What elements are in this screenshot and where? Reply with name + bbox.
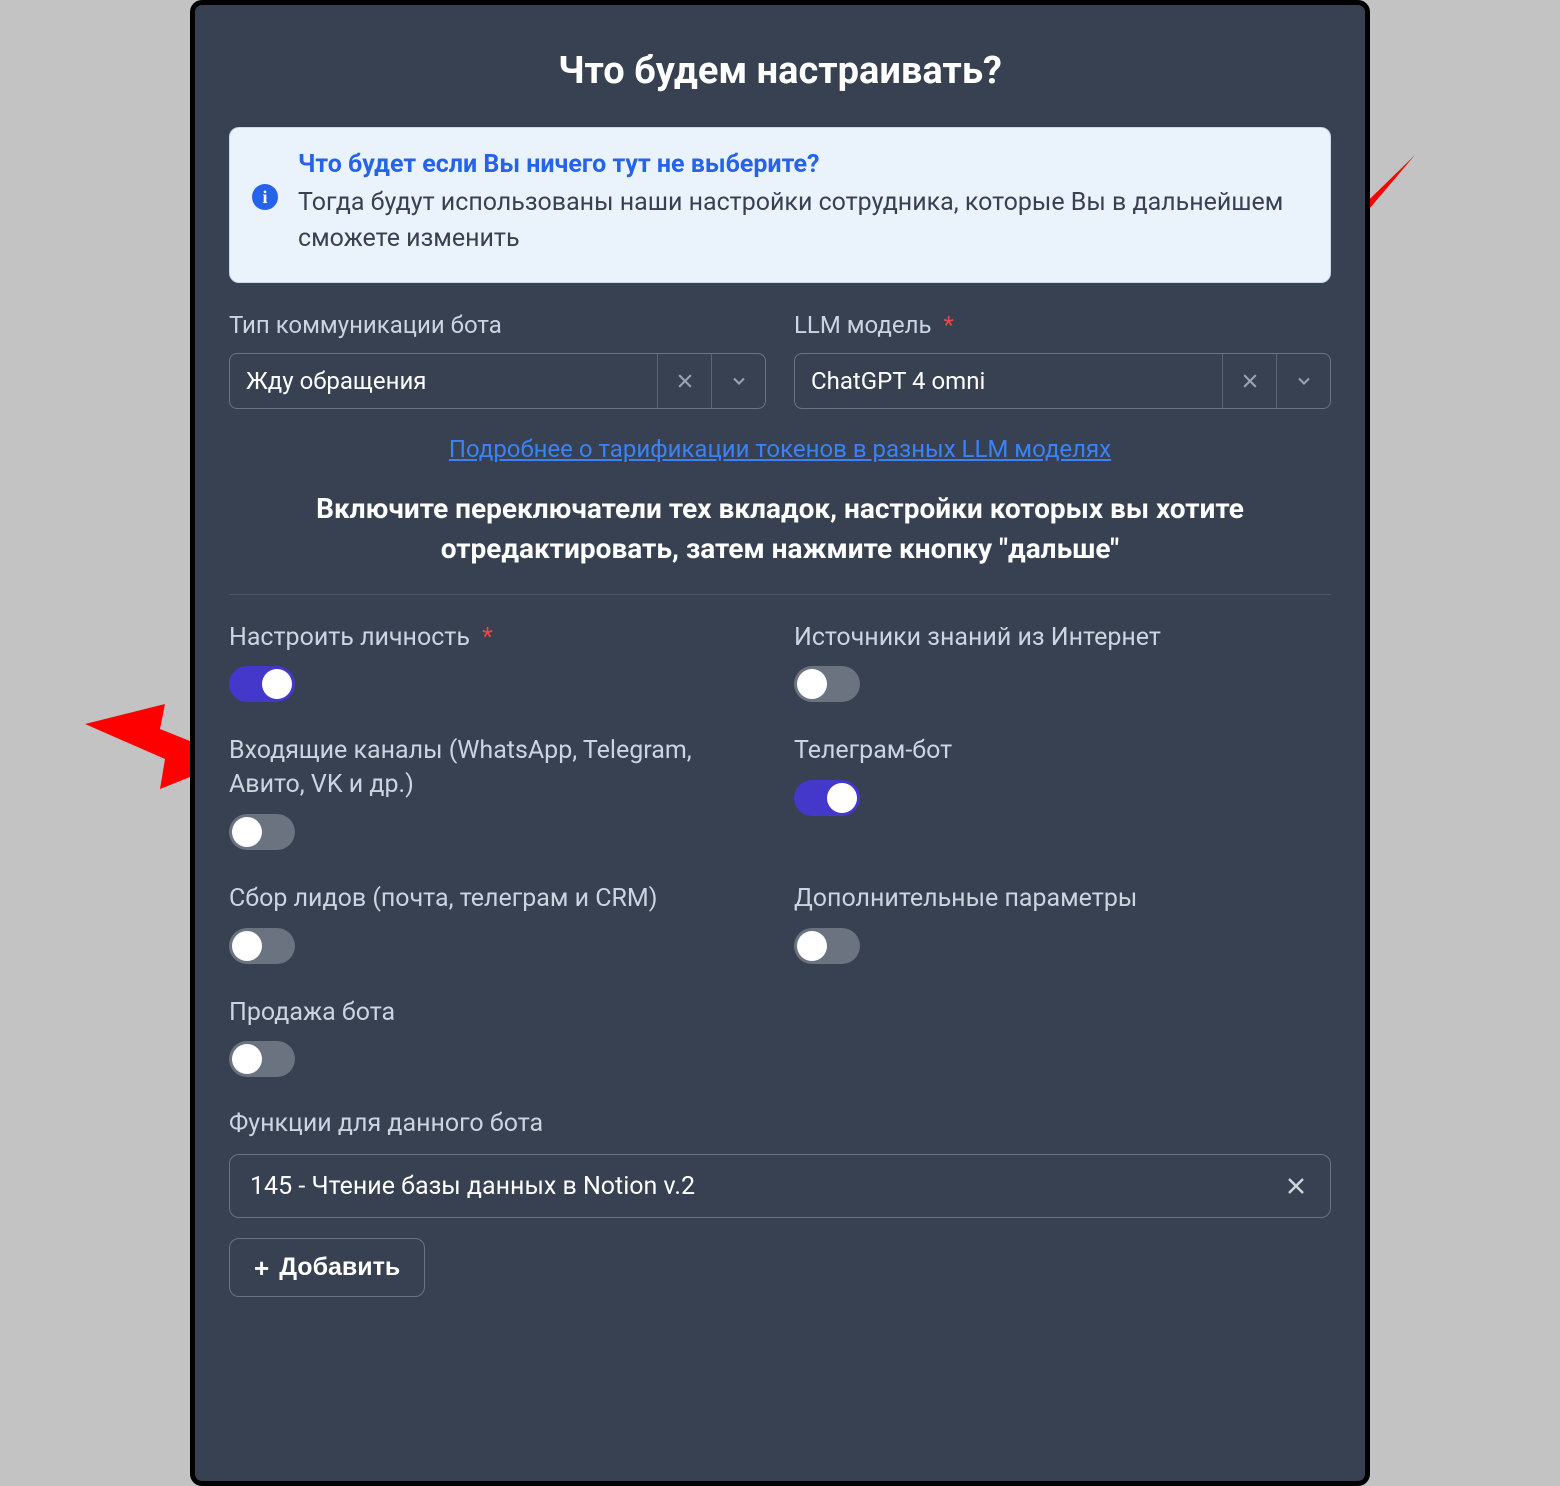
divider xyxy=(229,594,1331,595)
toggle-sell-label: Продажа бота xyxy=(229,996,766,1030)
comm-type-value: Жду обращения xyxy=(230,354,657,408)
function-chip-text: 145 - Чтение базы данных в Notion v.2 xyxy=(250,1172,1282,1201)
toggle-knowledge-label: Источники знаний из Интернет xyxy=(794,621,1331,655)
clear-icon[interactable] xyxy=(1222,354,1276,408)
toggle-personality: Настроить личность * xyxy=(229,621,766,703)
toggle-extra: Дополнительные параметры xyxy=(794,882,1331,964)
settings-panel: Что будем настраивать? i Что будет если … xyxy=(190,0,1370,1486)
toggle-leads-label: Сбор лидов (почта, телеграм и CRM) xyxy=(229,882,766,916)
toggle-instruction: Включите переключатели тех вкладок, наст… xyxy=(229,489,1331,570)
toggle-knowledge: Источники знаний из Интернет xyxy=(794,621,1331,703)
close-icon[interactable] xyxy=(1282,1172,1310,1200)
info-question: Что будет если Вы ничего тут не выберите… xyxy=(298,150,1302,179)
toggle-leads: Сбор лидов (почта, телеграм и CRM) xyxy=(229,882,766,964)
chevron-down-icon[interactable] xyxy=(1276,354,1330,408)
toggle-channels-switch[interactable] xyxy=(229,814,295,850)
clear-icon[interactable] xyxy=(657,354,711,408)
llm-model-select[interactable]: ChatGPT 4 omni xyxy=(794,353,1331,409)
add-function-button[interactable]: + Добавить xyxy=(229,1238,425,1297)
toggle-leads-switch[interactable] xyxy=(229,928,295,964)
llm-model-label-text: LLM модель xyxy=(794,311,932,339)
llm-model-label: LLM модель * xyxy=(794,311,1331,339)
toggle-personality-switch[interactable] xyxy=(229,666,295,702)
info-answer: Тогда будут использованы наши настройки … xyxy=(298,185,1302,258)
llm-model-value: ChatGPT 4 omni xyxy=(795,354,1222,408)
toggle-extra-label: Дополнительные параметры xyxy=(794,882,1331,916)
required-marker: * xyxy=(482,623,493,652)
required-marker: * xyxy=(943,311,953,339)
toggle-sell: Продажа бота xyxy=(229,996,766,1078)
plus-icon: + xyxy=(254,1255,269,1281)
function-chip[interactable]: 145 - Чтение базы данных в Notion v.2 xyxy=(229,1154,1331,1218)
comm-type-label: Тип коммуникации бота xyxy=(229,311,766,339)
comm-type-select[interactable]: Жду обращения xyxy=(229,353,766,409)
info-icon: i xyxy=(252,184,278,210)
toggle-telegram: Телеграм-бот xyxy=(794,734,1331,850)
functions-section-label: Функции для данного бота xyxy=(229,1109,1331,1138)
chevron-down-icon[interactable] xyxy=(711,354,765,408)
toggle-sell-switch[interactable] xyxy=(229,1041,295,1077)
toggle-telegram-switch[interactable] xyxy=(794,780,860,816)
toggle-channels: Входящие каналы (WhatsApp, Telegram, Ави… xyxy=(229,734,766,850)
info-box: i Что будет если Вы ничего тут не выбери… xyxy=(229,127,1331,283)
toggle-telegram-label: Телеграм-бот xyxy=(794,734,1331,768)
token-pricing-link[interactable]: Подробнее о тарификации токенов в разных… xyxy=(229,435,1331,463)
toggle-knowledge-switch[interactable] xyxy=(794,666,860,702)
toggle-extra-switch[interactable] xyxy=(794,928,860,964)
info-icon-glyph: i xyxy=(262,187,267,208)
add-function-label: Добавить xyxy=(279,1253,400,1282)
page-title: Что будем настраивать? xyxy=(229,49,1331,93)
toggle-channels-label: Входящие каналы (WhatsApp, Telegram, Ави… xyxy=(229,734,766,802)
toggle-personality-label: Настроить личность xyxy=(229,623,470,652)
